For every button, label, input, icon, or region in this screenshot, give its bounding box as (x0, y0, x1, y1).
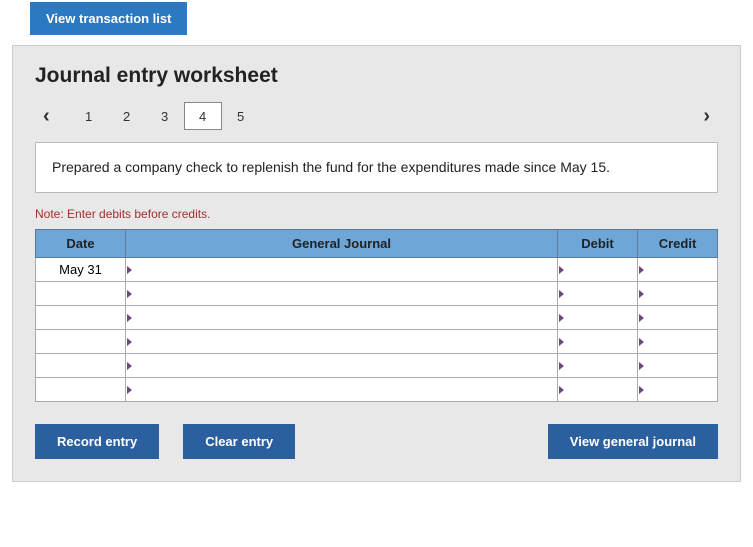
chevron-left-icon[interactable]: ‹ (35, 105, 58, 128)
col-header-date: Date (36, 230, 126, 258)
cell-credit[interactable] (638, 282, 718, 306)
table-row (36, 282, 718, 306)
dropdown-triangle-icon (639, 314, 644, 322)
note-text: Note: Enter debits before credits. (35, 207, 718, 221)
dropdown-triangle-icon (127, 314, 132, 322)
pager-item-4[interactable]: 4 (184, 102, 222, 130)
dropdown-triangle-icon (559, 338, 564, 346)
cell-date[interactable] (36, 378, 126, 402)
cell-credit[interactable] (638, 306, 718, 330)
cell-credit[interactable] (638, 330, 718, 354)
table-row (36, 306, 718, 330)
pager-item-5[interactable]: 5 (222, 102, 260, 130)
view-general-journal-button[interactable]: View general journal (548, 424, 718, 459)
cell-credit[interactable] (638, 354, 718, 378)
cell-general-journal[interactable] (126, 306, 558, 330)
cell-debit[interactable] (558, 354, 638, 378)
table-row (36, 378, 718, 402)
dropdown-triangle-icon (559, 386, 564, 394)
table-row (36, 354, 718, 378)
col-header-debit: Debit (558, 230, 638, 258)
cell-debit[interactable] (558, 378, 638, 402)
dropdown-triangle-icon (127, 362, 132, 370)
pager-numbers: 12345 (70, 102, 260, 130)
worksheet-panel: Journal entry worksheet ‹ 12345 › Prepar… (12, 45, 741, 482)
dropdown-triangle-icon (559, 314, 564, 322)
col-header-credit: Credit (638, 230, 718, 258)
transaction-description: Prepared a company check to replenish th… (35, 142, 718, 193)
cell-date[interactable]: May 31 (36, 258, 126, 282)
dropdown-triangle-icon (639, 266, 644, 274)
cell-credit[interactable] (638, 258, 718, 282)
dropdown-triangle-icon (639, 338, 644, 346)
cell-debit[interactable] (558, 330, 638, 354)
clear-entry-button[interactable]: Clear entry (183, 424, 295, 459)
dropdown-triangle-icon (127, 266, 132, 274)
col-header-journal: General Journal (126, 230, 558, 258)
chevron-right-icon[interactable]: › (695, 105, 718, 128)
dropdown-triangle-icon (559, 266, 564, 274)
journal-table: Date General Journal Debit Credit May 31 (35, 229, 718, 402)
cell-general-journal[interactable] (126, 258, 558, 282)
action-bar: Record entry Clear entry View general jo… (35, 424, 718, 459)
pager-item-1[interactable]: 1 (70, 102, 108, 130)
cell-general-journal[interactable] (126, 282, 558, 306)
dropdown-triangle-icon (639, 362, 644, 370)
dropdown-triangle-icon (559, 290, 564, 298)
cell-date[interactable] (36, 282, 126, 306)
pager: ‹ 12345 › (35, 102, 718, 130)
dropdown-triangle-icon (559, 362, 564, 370)
cell-debit[interactable] (558, 306, 638, 330)
dropdown-triangle-icon (639, 386, 644, 394)
dropdown-triangle-icon (127, 338, 132, 346)
cell-debit[interactable] (558, 258, 638, 282)
dropdown-triangle-icon (639, 290, 644, 298)
cell-date[interactable] (36, 354, 126, 378)
cell-date[interactable] (36, 306, 126, 330)
view-transaction-list-button[interactable]: View transaction list (30, 2, 187, 35)
dropdown-triangle-icon (127, 386, 132, 394)
table-row: May 31 (36, 258, 718, 282)
cell-date[interactable] (36, 330, 126, 354)
dropdown-triangle-icon (127, 290, 132, 298)
pager-item-3[interactable]: 3 (146, 102, 184, 130)
cell-credit[interactable] (638, 378, 718, 402)
cell-general-journal[interactable] (126, 378, 558, 402)
cell-debit[interactable] (558, 282, 638, 306)
cell-general-journal[interactable] (126, 354, 558, 378)
cell-general-journal[interactable] (126, 330, 558, 354)
page-title: Journal entry worksheet (35, 64, 718, 88)
pager-item-2[interactable]: 2 (108, 102, 146, 130)
record-entry-button[interactable]: Record entry (35, 424, 159, 459)
table-row (36, 330, 718, 354)
